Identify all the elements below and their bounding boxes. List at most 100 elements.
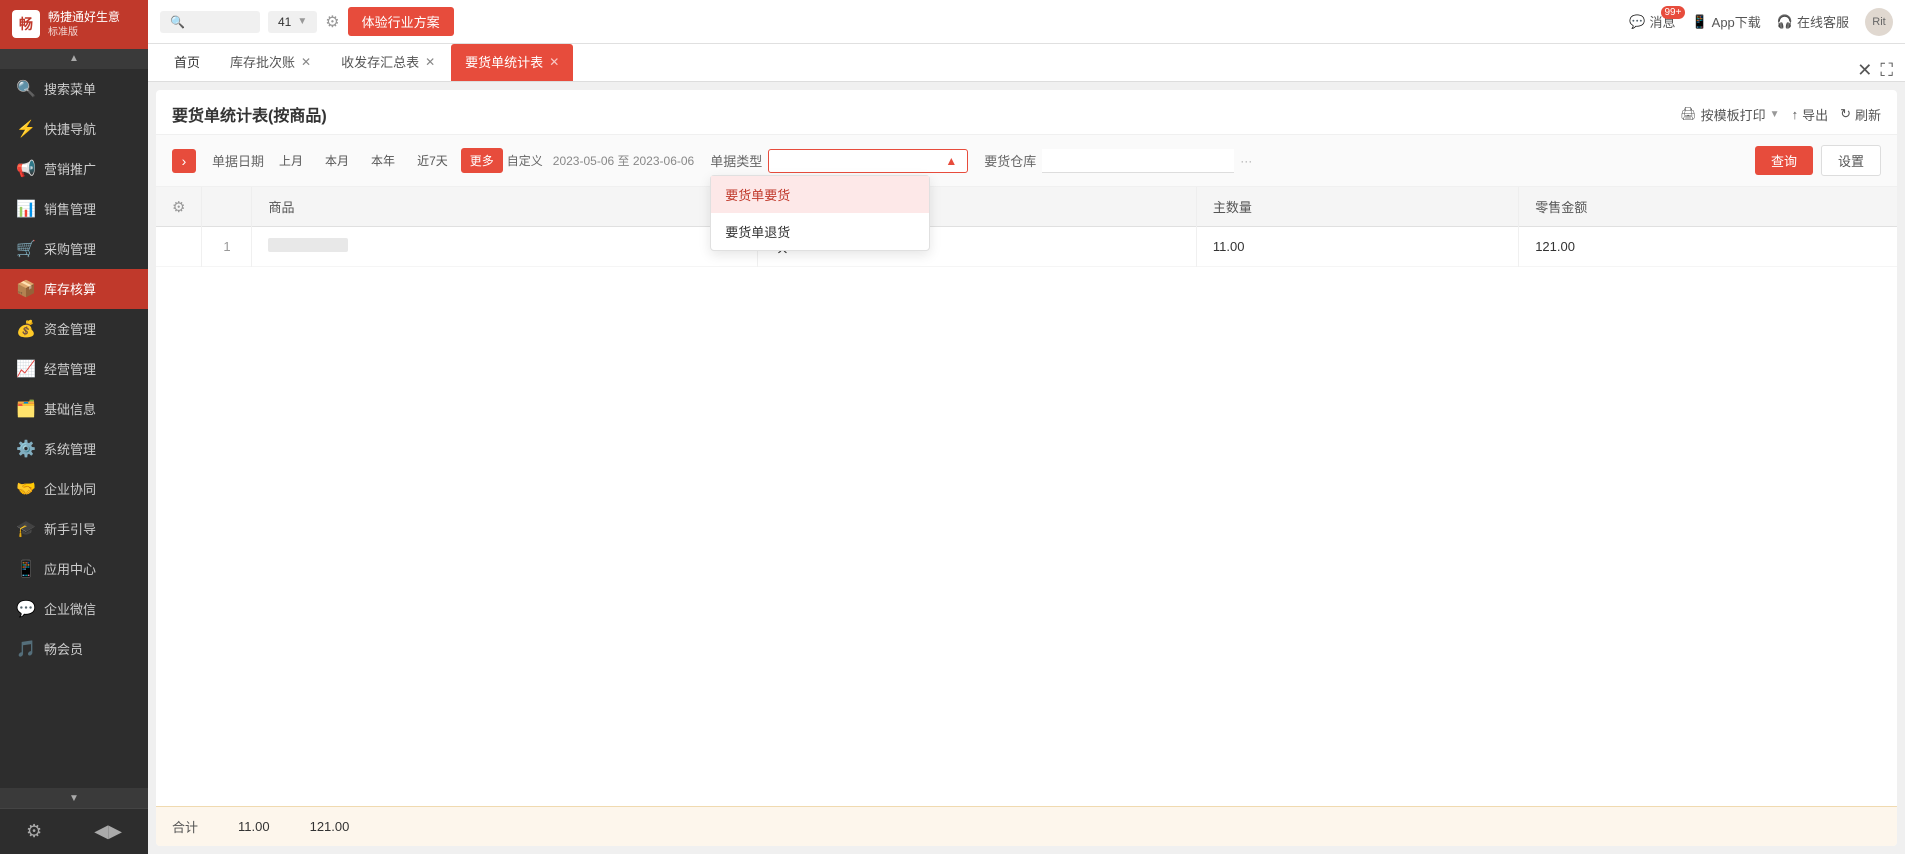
app-label: App下载: [1712, 12, 1761, 31]
topbar-num-value: 41: [278, 15, 291, 29]
sidebar-label-enterprise: 企业协同: [44, 479, 96, 498]
sidebar-icon-purchase: 🛒: [16, 239, 34, 259]
app-icon: 📱: [1691, 14, 1707, 30]
dropdown-item-order[interactable]: 要货单要货: [711, 176, 929, 213]
col-header-amount: 零售金额: [1519, 187, 1897, 227]
topbar-gear-icon[interactable]: ⚙: [325, 12, 339, 32]
sidebar-item-member[interactable]: 🎵 畅会员: [0, 629, 148, 669]
footer-amount: 121.00: [310, 819, 350, 834]
col-product-label: 商品: [268, 200, 294, 215]
sidebar-label-finance: 资金管理: [44, 319, 96, 338]
topbar-trial-button[interactable]: 体验行业方案: [348, 7, 454, 36]
filter-date-btn-thismonth[interactable]: 本月: [316, 148, 358, 173]
sidebar-label-member: 畅会员: [44, 639, 83, 658]
row-amount: 121.00: [1535, 239, 1575, 254]
tab-order-stats-label: 要货单统计表: [465, 52, 543, 71]
sidebar-brand-sub: 标准版: [48, 26, 120, 39]
row-product-placeholder: [268, 238, 348, 252]
sidebar-label-wechat: 企业微信: [44, 599, 96, 618]
topbar-avatar[interactable]: Rit: [1865, 8, 1893, 36]
page-actions: 🖨 按模板打印 ▼ ↑ 导出 ↻ 刷新: [1680, 105, 1881, 124]
sidebar-logo: 畅: [12, 10, 40, 38]
dropdown-item-return[interactable]: 要货单退货: [711, 213, 929, 250]
sidebar-item-enterprise[interactable]: 🤝 企业协同: [0, 469, 148, 509]
sidebar-settings-icon[interactable]: ⚙: [18, 817, 50, 846]
topbar-right: 💬 消息 99+ 📱 App下载 🎧 在线客服 Rit: [1629, 8, 1893, 36]
sidebar-scroll-down[interactable]: ▼: [0, 788, 148, 808]
export-icon: ↑: [1792, 107, 1799, 122]
filter-date-btn-7days[interactable]: 近7天: [408, 148, 457, 173]
tabs-expand-icon[interactable]: ⛶: [1880, 60, 1893, 81]
filter-date-btn-more[interactable]: 更多: [461, 148, 503, 173]
row-qty: 11.00: [1213, 239, 1245, 254]
sidebar-item-system[interactable]: ⚙️ 系统管理: [0, 429, 148, 469]
tab-receive-summary[interactable]: 收发存汇总表 ✕: [327, 44, 449, 81]
filter-date-custom[interactable]: 自定义: [507, 152, 543, 169]
topbar-service-button[interactable]: 🎧 在线客服: [1777, 12, 1849, 31]
sidebar-label-marketing: 营销推广: [44, 159, 96, 178]
sidebar-icon-basic: 🗂️: [16, 399, 34, 419]
refresh-button[interactable]: ↻ 刷新: [1840, 105, 1881, 124]
filter-date-range: 2023-05-06 至 2023-06-06: [553, 152, 694, 169]
tab-receive-summary-close[interactable]: ✕: [425, 55, 435, 69]
filter-expand-button[interactable]: ›: [172, 149, 196, 173]
sidebar-header: 畅 畅捷通好生意 标准版: [0, 0, 148, 49]
tabs-right: ✕ ⛶: [1857, 60, 1893, 81]
tab-home[interactable]: 首页: [160, 44, 214, 81]
sidebar-scroll-up[interactable]: ▲: [0, 49, 148, 69]
table-body: 1 块 11.00 121.00: [156, 227, 1897, 267]
col-header-index: [202, 187, 252, 227]
tabs-close-all-icon[interactable]: ✕: [1857, 60, 1872, 81]
print-arrow-icon: ▼: [1770, 109, 1780, 120]
filter-bar: › 单据日期 上月 本月 本年 近7天 更多 自定义 2023-05-06 至 …: [156, 135, 1897, 187]
col-header-settings: ⚙: [156, 187, 202, 227]
topbar-search[interactable]: 🔍: [160, 11, 260, 33]
filter-actions: 查询 设置: [1755, 145, 1881, 176]
col-settings-icon[interactable]: ⚙: [172, 199, 185, 216]
tab-inventory-batch-label: 库存批次账: [230, 52, 295, 71]
query-button[interactable]: 查询: [1755, 146, 1813, 175]
sidebar-item-wechat[interactable]: 💬 企业微信: [0, 589, 148, 629]
setting-button[interactable]: 设置: [1821, 145, 1881, 176]
sidebar-item-inventory[interactable]: 📦 库存核算: [0, 269, 148, 309]
sidebar-item-guide[interactable]: 🎓 新手引导: [0, 509, 148, 549]
sidebar-item-operations[interactable]: 📈 经营管理: [0, 349, 148, 389]
sidebar-item-finance[interactable]: 💰 资金管理: [0, 309, 148, 349]
tab-order-stats-close[interactable]: ✕: [549, 55, 559, 69]
col-header-qty: 主数量: [1196, 187, 1518, 227]
footer-qty: 11.00: [238, 819, 270, 834]
sidebar-item-search[interactable]: 🔍 搜索菜单: [0, 69, 148, 109]
topbar-num-box[interactable]: 41 ▼: [268, 11, 317, 33]
print-button[interactable]: 🖨 按模板打印 ▼: [1680, 105, 1779, 124]
topbar-app-button[interactable]: 📱 App下载: [1691, 12, 1760, 31]
filter-type-caret-icon: ▲: [945, 154, 957, 168]
page-header: 要货单统计表(按商品) 🖨 按模板打印 ▼ ↑ 导出 ↻ 刷新: [156, 90, 1897, 135]
tab-inventory-batch-close[interactable]: ✕: [301, 55, 311, 69]
export-button[interactable]: ↑ 导出: [1792, 105, 1829, 124]
sidebar-item-appstore[interactable]: 📱 应用中心: [0, 549, 148, 589]
sidebar-label-quicknav: 快捷导航: [44, 119, 96, 138]
sidebar-item-purchase[interactable]: 🛒 采购管理: [0, 229, 148, 269]
tabs-bar: 首页 库存批次账 ✕ 收发存汇总表 ✕ 要货单统计表 ✕ ✕ ⛶: [148, 44, 1905, 82]
filter-type-dropdown: 要货单要货 要货单退货: [710, 175, 930, 251]
filter-type-dropdown-trigger[interactable]: ▲: [768, 149, 968, 173]
tab-order-stats[interactable]: 要货单统计表 ✕: [451, 44, 573, 81]
filter-warehouse-input[interactable]: [1042, 149, 1234, 173]
filter-warehouse-more-icon[interactable]: ···: [1240, 154, 1252, 168]
sidebar-item-sales[interactable]: 📊 销售管理: [0, 189, 148, 229]
filter-date-btn-lastmonth[interactable]: 上月: [270, 148, 312, 173]
print-label: 按模板打印: [1701, 105, 1766, 124]
topbar-msg-button[interactable]: 💬 消息 99+: [1629, 12, 1675, 31]
sidebar-item-quicknav[interactable]: ⚡ 快捷导航: [0, 109, 148, 149]
tab-inventory-batch[interactable]: 库存批次账 ✕: [216, 44, 325, 81]
data-table: ⚙ 商品 主计量单位 主数量 零售金额: [156, 187, 1897, 267]
sidebar-collapse-icon[interactable]: ◀▶: [86, 817, 130, 846]
sidebar-item-basic[interactable]: 🗂️ 基础信息: [0, 389, 148, 429]
col-amount-label: 零售金额: [1535, 200, 1587, 215]
filter-date-btn-thisyear[interactable]: 本年: [362, 148, 404, 173]
sidebar-label-sales: 销售管理: [44, 199, 96, 218]
row-qty-cell: 11.00: [1196, 227, 1518, 267]
filter-type-label: 单据类型: [710, 151, 762, 170]
row-settings-cell: [156, 227, 202, 267]
sidebar-item-marketing[interactable]: 📢 营销推广: [0, 149, 148, 189]
